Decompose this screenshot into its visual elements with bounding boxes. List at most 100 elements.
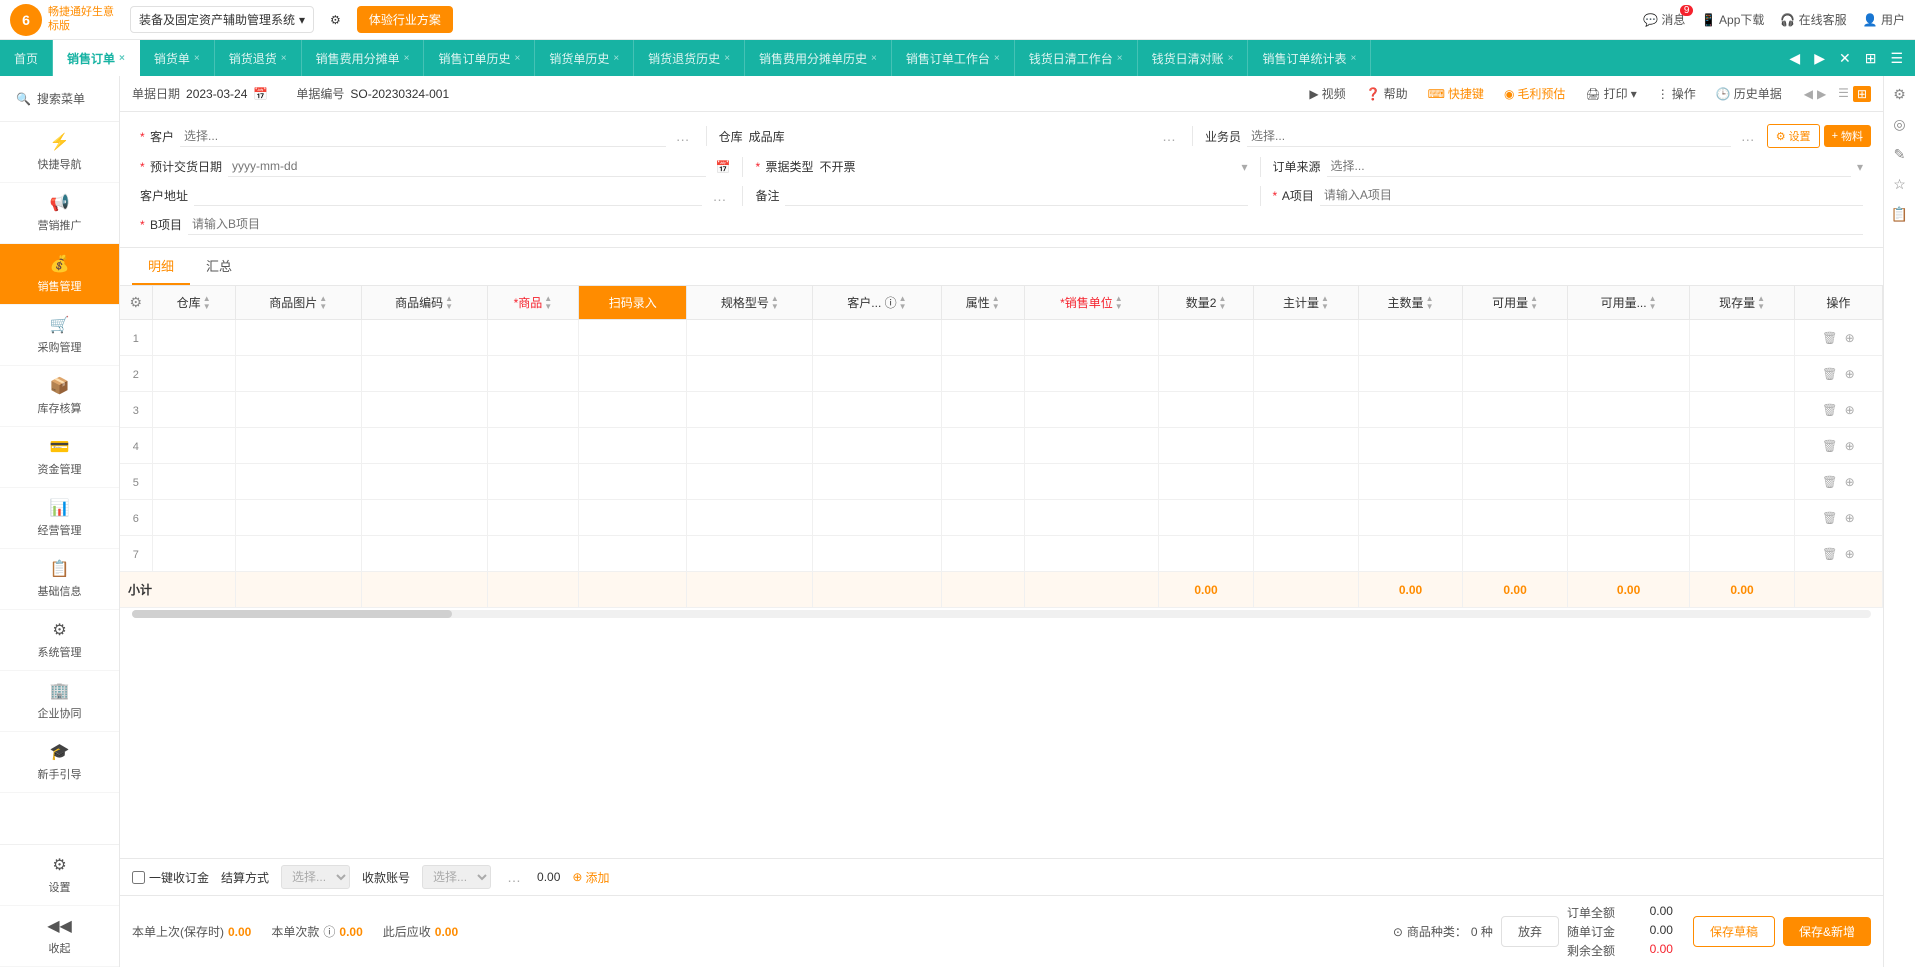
shortcut-btn[interactable]: ⌨ 快捷键 xyxy=(1422,82,1490,105)
grid-view-icon[interactable]: ⊞ xyxy=(1853,86,1871,102)
tab-return-history[interactable]: 销货退货历史 × xyxy=(634,40,745,76)
nav-prev-icon[interactable]: ◀ xyxy=(1785,48,1804,69)
delete-row-icon[interactable]: 🗑 xyxy=(1820,473,1839,491)
delete-row-icon[interactable]: 🗑 xyxy=(1820,401,1839,419)
tab-summary[interactable]: 汇总 xyxy=(190,248,248,285)
sidebar-item-settings[interactable]: ⚙ 设置 xyxy=(0,845,119,906)
settings-btn[interactable]: ⚙ 设置 xyxy=(1767,124,1820,148)
material-btn[interactable]: + 物料 xyxy=(1824,125,1871,147)
sidebar-item-enterprise[interactable]: 🏢 企业协同 xyxy=(0,671,119,732)
delete-row-icon[interactable]: 🗑 xyxy=(1820,545,1839,563)
sidebar-item-collapse[interactable]: ◀◀ 收起 xyxy=(0,906,119,967)
prev-record-icon[interactable]: ◀ xyxy=(1804,87,1813,101)
next-record-icon[interactable]: ▶ xyxy=(1817,87,1826,101)
operation-btn[interactable]: ⋮ 操作 xyxy=(1651,82,1702,105)
close-tab-icon[interactable]: × xyxy=(871,53,877,64)
tab-sales-return[interactable]: 销货退货 × xyxy=(215,40,302,76)
b-project-input[interactable] xyxy=(188,214,1863,235)
close-tab-icon[interactable]: × xyxy=(194,53,200,64)
customer-expand-icon[interactable]: … xyxy=(672,128,694,144)
add-payment-link[interactable]: ⊕ 添加 xyxy=(572,869,609,886)
right-panel-settings-icon[interactable]: ⚙ xyxy=(1886,80,1914,108)
close-tab-icon[interactable]: × xyxy=(404,53,410,64)
delete-row-icon[interactable]: 🗑 xyxy=(1820,329,1839,347)
close-tab-icon[interactable]: × xyxy=(1228,53,1234,64)
nav-expand-icon[interactable]: ⊞ xyxy=(1861,48,1881,69)
close-tab-icon[interactable]: × xyxy=(119,53,125,64)
online-service-link[interactable]: 🎧 在线客服 xyxy=(1780,11,1846,28)
copy-row-icon[interactable]: ⊕ xyxy=(1843,401,1857,419)
delivery-date-input[interactable] xyxy=(228,156,705,177)
calendar-icon[interactable]: 📅 xyxy=(716,160,731,174)
close-tab-icon[interactable]: × xyxy=(1117,53,1123,64)
payment-method-select[interactable]: 选择... xyxy=(281,865,350,889)
tab-sales-expense[interactable]: 销售费用分摊单 × xyxy=(302,40,425,76)
right-panel-star-icon[interactable]: ☆ xyxy=(1886,170,1914,198)
right-panel-edit-icon[interactable]: ✎ xyxy=(1886,140,1914,168)
right-panel-clipboard-icon[interactable]: 📋 xyxy=(1886,200,1914,228)
delete-row-icon[interactable]: 🗑 xyxy=(1820,365,1839,383)
expand-icon[interactable]: … xyxy=(503,869,525,885)
copy-row-icon[interactable]: ⊕ xyxy=(1843,473,1857,491)
print-btn[interactable]: 🖨 打印 ▾ xyxy=(1579,82,1642,105)
sidebar-item-sales[interactable]: 💰 销售管理 xyxy=(0,244,119,305)
sidebar-item-finance[interactable]: 💳 资金管理 xyxy=(0,427,119,488)
gear-settings-icon[interactable]: ⚙ xyxy=(324,10,347,30)
tab-sales-invoice[interactable]: 销货单 × xyxy=(140,40,215,76)
delete-row-icon[interactable]: 🗑 xyxy=(1820,509,1839,527)
invoice-dropdown-icon[interactable]: ▾ xyxy=(1242,160,1248,174)
sidebar-item-quick-nav[interactable]: ⚡ 快捷导航 xyxy=(0,122,119,183)
tab-sales-order-history[interactable]: 销售订单历史 × xyxy=(424,40,535,76)
save-new-btn[interactable]: 保存&新增 xyxy=(1783,917,1871,946)
tab-expense-history[interactable]: 销售费用分摊单历史 × xyxy=(745,40,892,76)
user-avatar[interactable]: 👤 用户 xyxy=(1863,11,1905,28)
salesperson-input[interactable] xyxy=(1247,126,1731,147)
profit-btn[interactable]: ◉ 毛利预估 xyxy=(1498,82,1572,105)
tab-home[interactable]: 首页 xyxy=(0,40,53,76)
list-view-icon[interactable]: ☰ xyxy=(1838,86,1849,102)
sidebar-item-operations[interactable]: 📊 经营管理 xyxy=(0,488,119,549)
copy-row-icon[interactable]: ⊕ xyxy=(1843,545,1857,563)
warehouse-expand-icon[interactable]: … xyxy=(1158,128,1180,144)
help-btn[interactable]: ❓ 帮助 xyxy=(1360,82,1414,105)
salesperson-expand-icon[interactable]: … xyxy=(1737,128,1759,144)
tab-order-workbench[interactable]: 销售订单工作台 × xyxy=(892,40,1015,76)
nav-next-icon[interactable]: ▶ xyxy=(1810,48,1829,69)
tab-reconciliation[interactable]: 钱货日清对账 × xyxy=(1138,40,1249,76)
order-source-input[interactable] xyxy=(1327,156,1851,177)
nav-close-icon[interactable]: ✕ xyxy=(1835,48,1855,69)
tab-sales-order[interactable]: 销售订单 × xyxy=(53,40,140,76)
copy-row-icon[interactable]: ⊕ xyxy=(1843,437,1857,455)
sidebar-item-basic-info[interactable]: 📋 基础信息 xyxy=(0,549,119,610)
customer-input[interactable] xyxy=(180,126,666,147)
copy-row-icon[interactable]: ⊕ xyxy=(1843,509,1857,527)
notification-area[interactable]: 💬 消息 9 xyxy=(1643,11,1685,28)
th-col-settings[interactable]: ⚙ xyxy=(120,286,152,320)
one-click-checkbox[interactable] xyxy=(132,871,145,884)
sidebar-item-inventory[interactable]: 📦 库存核算 xyxy=(0,366,119,427)
discard-btn[interactable]: 放弃 xyxy=(1501,916,1559,947)
view-btn[interactable]: ▶ 视频 xyxy=(1303,82,1351,105)
sidebar-item-system[interactable]: ⚙ 系统管理 xyxy=(0,610,119,671)
sidebar-item-newbie[interactable]: 🎓 新手引导 xyxy=(0,732,119,793)
close-tab-icon[interactable]: × xyxy=(613,53,619,64)
a-project-input[interactable] xyxy=(1320,185,1863,206)
address-expand-icon[interactable]: … xyxy=(708,188,730,204)
copy-row-icon[interactable]: ⊕ xyxy=(1843,365,1857,383)
nav-menu-icon[interactable]: ☰ xyxy=(1886,48,1907,69)
order-source-dropdown-icon[interactable]: ▾ xyxy=(1857,160,1863,174)
copy-row-icon[interactable]: ⊕ xyxy=(1843,329,1857,347)
receipt-account-select[interactable]: 选择... xyxy=(422,865,491,889)
horizontal-scrollbar[interactable] xyxy=(132,610,1871,618)
close-tab-icon[interactable]: × xyxy=(724,53,730,64)
right-panel-watch-icon[interactable]: ◎ xyxy=(1886,110,1914,138)
tab-invoice-history[interactable]: 销货单历史 × xyxy=(535,40,634,76)
tab-detail[interactable]: 明细 xyxy=(132,248,190,285)
close-tab-icon[interactable]: × xyxy=(514,53,520,64)
notes-input[interactable] xyxy=(785,185,1247,206)
close-tab-icon[interactable]: × xyxy=(994,53,1000,64)
tab-daily-workbench[interactable]: 钱货日清工作台 × xyxy=(1015,40,1138,76)
scrollbar-thumb[interactable] xyxy=(132,610,452,618)
save-draft-btn[interactable]: 保存草稿 xyxy=(1693,916,1775,947)
close-tab-icon[interactable]: × xyxy=(1350,53,1356,64)
